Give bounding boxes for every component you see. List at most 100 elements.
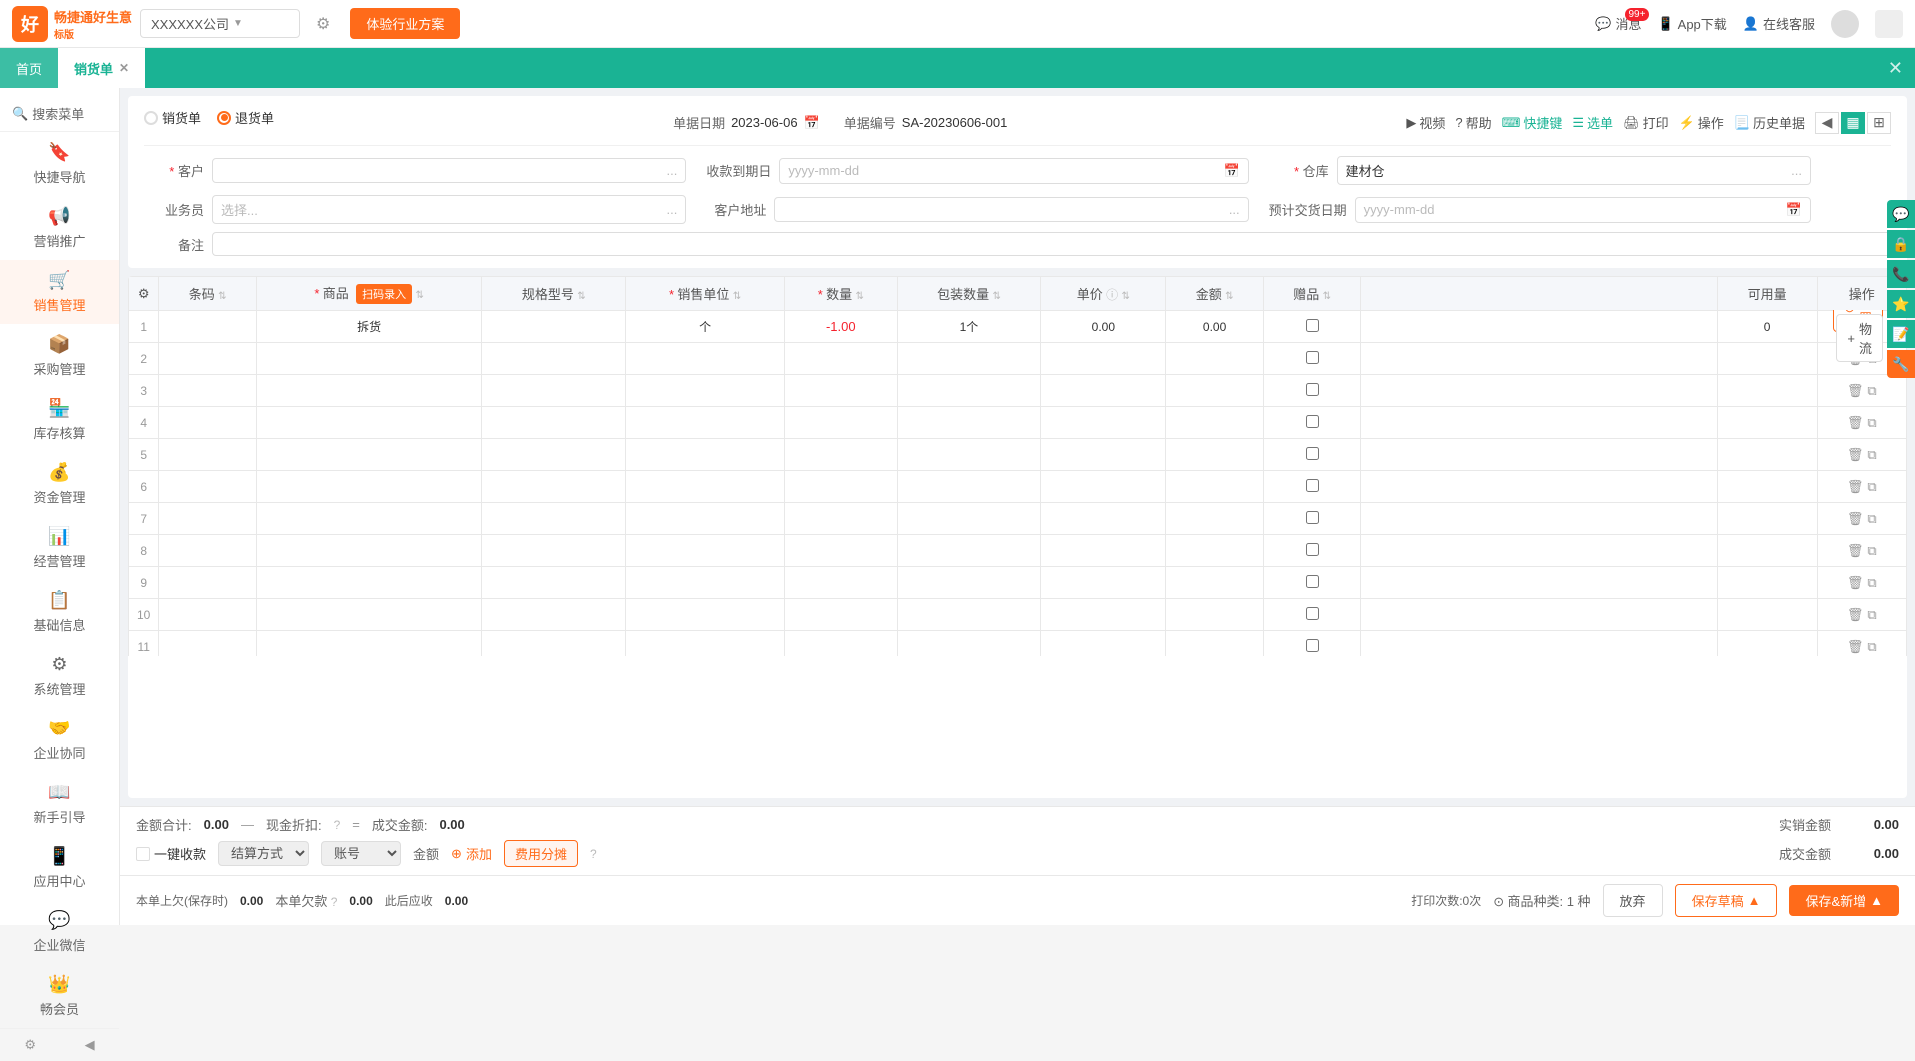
add-icon[interactable]: ⊕ (451, 846, 462, 862)
col-amount-sort[interactable]: ⇅ (1225, 291, 1233, 302)
help-button[interactable]: ? 帮助 (1455, 113, 1491, 132)
row-unit-cell[interactable]: 个 (626, 311, 785, 343)
sidebar-collapse-icon[interactable]: ◀ (85, 1037, 95, 1053)
save-new-button[interactable]: 保存&新增 ▲ (1789, 885, 1899, 916)
row-delete-icon[interactable]: 🗑 (1847, 479, 1864, 494)
row-delete-icon[interactable]: 🗑 (1847, 383, 1864, 398)
account-select[interactable]: 账号 (321, 841, 401, 866)
row-spec-cell[interactable] (482, 311, 626, 343)
row-copy-icon[interactable]: ⧉ (1867, 543, 1876, 558)
salesperson-input[interactable]: 选择... ... (212, 195, 686, 224)
sidebar-item-member[interactable]: 👑 畅会员 (0, 964, 119, 1028)
quick-btn-4[interactable]: ⭐ (1887, 290, 1915, 318)
col-quantity-sort[interactable]: ⇅ (855, 291, 863, 302)
row-pkg-qty-cell[interactable]: 1个 (897, 311, 1041, 343)
row-delete-icon[interactable]: 🗑 (1847, 543, 1864, 558)
col-gift-sort[interactable]: ⇅ (1323, 291, 1331, 302)
quick-btn-3[interactable]: 📞 (1887, 260, 1915, 288)
row-copy-icon[interactable]: ⧉ (1867, 575, 1876, 590)
sidebar-item-inventory[interactable]: 🏪 库存核算 (0, 388, 119, 452)
sidebar-item-finance[interactable]: 💰 资金管理 (0, 452, 119, 516)
radio-sale[interactable]: 销货单 (144, 108, 201, 127)
row-copy-icon[interactable]: ⧉ (1867, 607, 1876, 622)
radio-return[interactable]: 退货单 (217, 108, 274, 127)
col-gear[interactable]: ⚙ (129, 277, 159, 311)
row-copy-icon[interactable]: ⧉ (1867, 511, 1876, 526)
print-button[interactable]: 🖨 打印 (1623, 113, 1669, 132)
row-copy-icon[interactable]: ⧉ (1867, 447, 1876, 462)
sidebar-item-guide[interactable]: 📖 新手引导 (0, 772, 119, 836)
list-view-button[interactable]: ◀ (1815, 112, 1839, 134)
row-quantity-cell[interactable]: -1.00 (785, 311, 898, 343)
trial-button[interactable]: 体验行业方案 (350, 8, 460, 39)
user-expand-button[interactable] (1875, 10, 1903, 38)
one-click-payment-checkbox[interactable]: 一键收款 (136, 844, 206, 863)
sidebar-item-sales[interactable]: 🛒 销售管理 (0, 260, 119, 324)
abandon-button[interactable]: 放弃 (1603, 884, 1663, 917)
row-gift-cell[interactable] (1263, 311, 1361, 343)
due-date-calendar-icon[interactable]: 📅 (1223, 163, 1239, 179)
quick-btn-1[interactable]: 💬 (1887, 200, 1915, 228)
doc-date-calendar-icon[interactable]: 📅 (804, 115, 820, 131)
notes-input[interactable] (212, 232, 1891, 256)
close-all-tabs-button[interactable]: ✕ (1888, 58, 1903, 79)
row-copy-icon[interactable]: ⧉ (1867, 415, 1876, 430)
row-delete-icon[interactable]: 🗑 (1847, 607, 1864, 622)
row-copy-icon[interactable]: ⧉ (1867, 479, 1876, 494)
user-avatar[interactable] (1831, 10, 1859, 38)
tab-sale-order[interactable]: 销货单 ✕ (58, 48, 145, 88)
row-amount-cell[interactable]: 0.00 (1166, 311, 1264, 343)
row-delete-icon[interactable]: 🗑 (1847, 575, 1864, 590)
sidebar-item-marketing[interactable]: 📢 营销推广 (0, 196, 119, 260)
row-product-cell[interactable]: 拆货 (256, 311, 481, 343)
sidebar-item-system[interactable]: ⚙ 系统管理 (0, 644, 119, 708)
sidebar-settings-icon[interactable]: ⚙ (24, 1037, 36, 1053)
company-selector[interactable]: XXXXXX公司 ▼ (140, 9, 300, 38)
row-gift-checkbox[interactable] (1306, 319, 1319, 332)
video-button[interactable]: ▶ 视频 (1406, 113, 1445, 132)
quick-btn-6[interactable]: 🔧 (1887, 350, 1915, 378)
operation-button[interactable]: ⚡ 操作 (1679, 113, 1724, 132)
row-delete-icon[interactable]: 🗑 (1847, 415, 1864, 430)
tab-close-icon[interactable]: ✕ (119, 61, 129, 75)
quick-btn-2[interactable]: 🔒 (1887, 230, 1915, 258)
add-button[interactable]: 添加 (466, 844, 492, 863)
app-download-button[interactable]: 📱 App下载 (1657, 14, 1726, 33)
col-product-sort[interactable]: ⇅ (415, 290, 423, 301)
history-button[interactable]: 📃 历史单据 (1734, 113, 1805, 132)
expected-delivery-input[interactable]: yyyy-mm-dd 📅 (1355, 197, 1811, 223)
col-spec-sort[interactable]: ⇅ (577, 291, 585, 302)
row-delete-icon[interactable]: 🗑 (1847, 511, 1864, 526)
table-settings-icon[interactable]: ⚙ (138, 286, 150, 301)
messages-button[interactable]: 💬 消息 99+ (1595, 14, 1641, 33)
customer-input[interactable]: ... (212, 158, 686, 183)
col-pkg-sort[interactable]: ⇅ (992, 291, 1000, 302)
col-unit-sort[interactable]: ⇅ (733, 291, 741, 302)
sidebar-item-collab[interactable]: 🤝 企业协同 (0, 708, 119, 772)
select-button[interactable]: ☰ 选单 (1572, 113, 1613, 132)
row-delete-icon[interactable]: 🗑 (1847, 447, 1864, 462)
total-owe-info-icon[interactable]: ? (331, 895, 338, 909)
warehouse-input[interactable]: 建材仓 ... (1337, 156, 1811, 185)
row-copy-icon[interactable]: ⧉ (1867, 383, 1876, 398)
compact-view-button[interactable]: ⊞ (1867, 112, 1891, 134)
sidebar-item-management[interactable]: 📊 经营管理 (0, 516, 119, 580)
customer-address-input[interactable]: ... (774, 197, 1248, 222)
cash-discount-info-icon[interactable]: ? (334, 818, 341, 832)
sidebar-item-shortcut[interactable]: 🔖 快捷导航 (0, 132, 119, 196)
online-service-button[interactable]: 👤 在线客服 (1743, 14, 1815, 33)
sidebar-item-basic-info[interactable]: 📋 基础信息 (0, 580, 119, 644)
expense-split-button[interactable]: 费用分摊 (504, 840, 578, 867)
scan-button[interactable]: 扫码录入 (356, 284, 412, 304)
col-barcode-sort[interactable]: ⇅ (218, 291, 226, 302)
sidebar-search[interactable]: 🔍 搜索菜单 (0, 96, 119, 132)
shortcut-button[interactable]: ⌨ 快捷键 (1502, 113, 1563, 132)
logistics-button[interactable]: + 物流 (1836, 314, 1883, 362)
settings-gear-icon[interactable]: ⚙ (316, 14, 330, 34)
tab-home[interactable]: 首页 (0, 48, 58, 88)
row-price-cell[interactable]: 0.00 (1041, 311, 1166, 343)
save-draft-button[interactable]: 保存草稿 ▲ (1675, 884, 1778, 917)
unit-price-info-icon[interactable]: ⓘ (1106, 288, 1118, 302)
due-date-input[interactable]: yyyy-mm-dd 📅 (779, 158, 1248, 184)
col-price-sort[interactable]: ⇅ (1122, 291, 1130, 302)
